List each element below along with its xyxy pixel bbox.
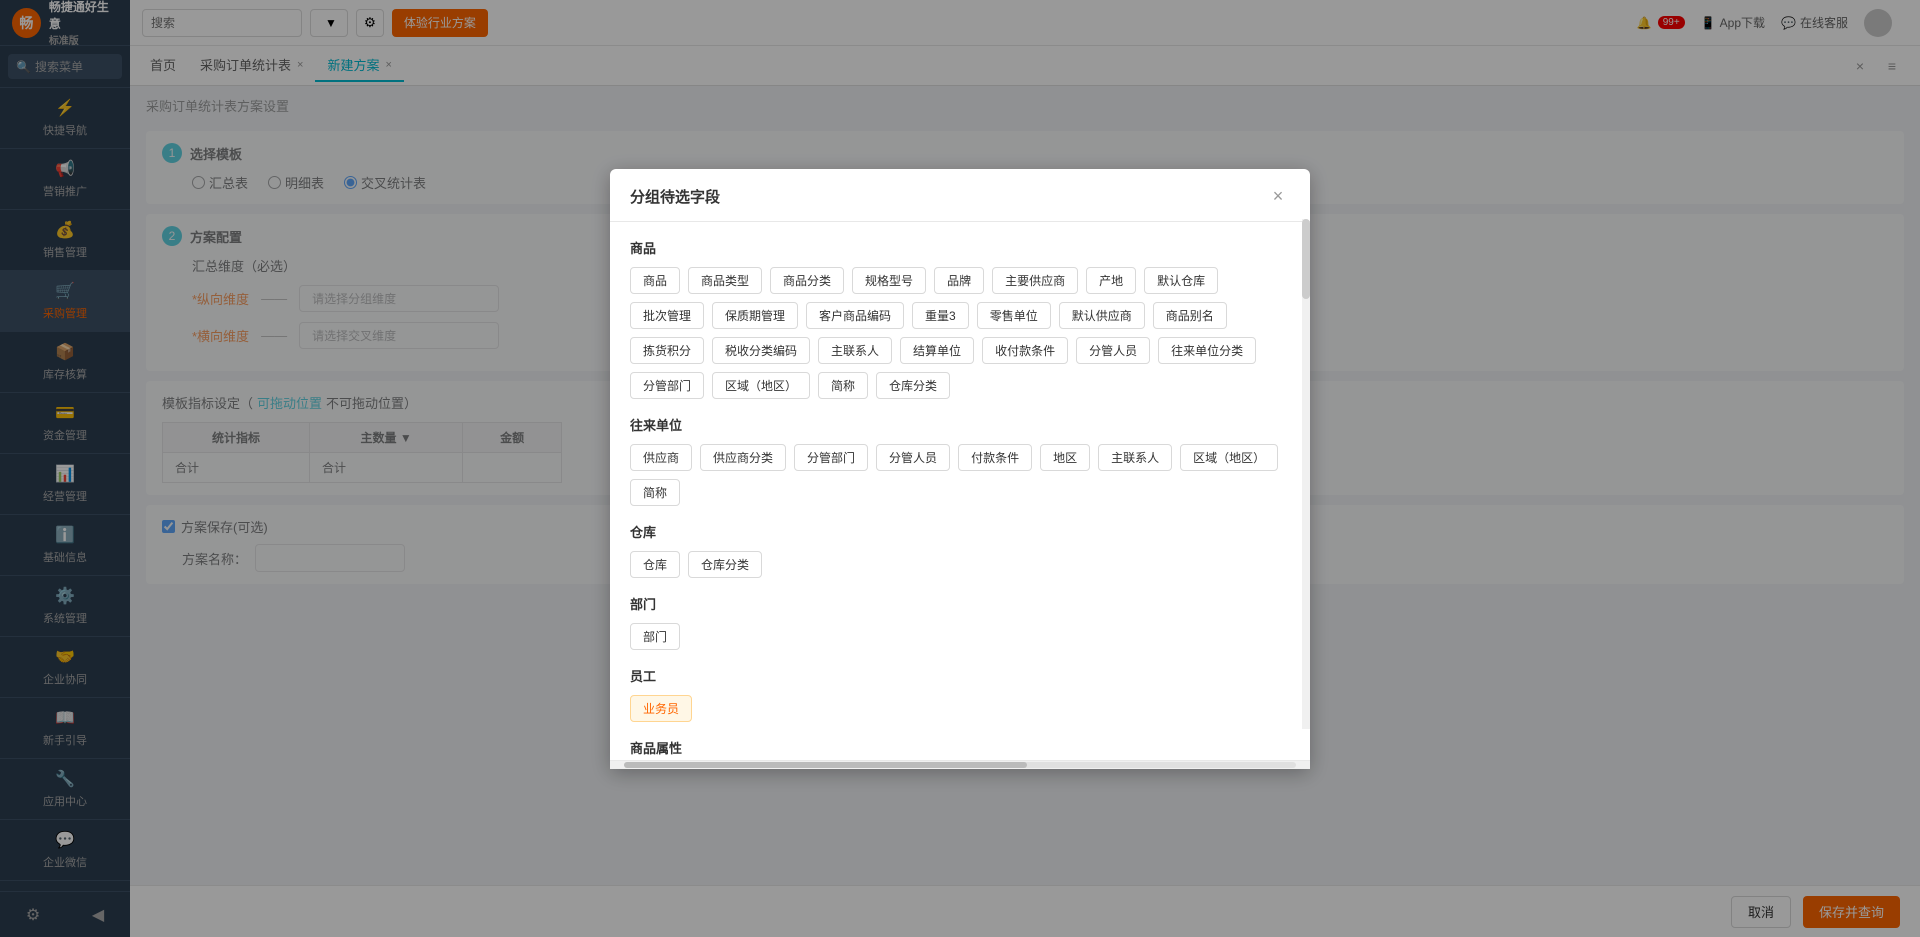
section-employee: 员工 业务员 xyxy=(630,666,1290,722)
field-tag-batch-mgmt[interactable]: 批次管理 xyxy=(630,302,704,329)
field-tag-payment-cond[interactable]: 付款条件 xyxy=(958,444,1032,471)
section-warehouse-title: 仓库 xyxy=(630,522,1290,541)
dialog-vertical-scrollbar[interactable] xyxy=(1302,219,1310,729)
section-goods-attr: 商品属性 属性 颜色 多规格 尺码 鞋码 1 xyxy=(630,738,1290,760)
field-tag-partner-category[interactable]: 往来单位分类 xyxy=(1158,337,1256,364)
field-tag-retail-unit[interactable]: 零售单位 xyxy=(977,302,1051,329)
field-tag-supervisor-dept[interactable]: 分管部门 xyxy=(630,372,704,399)
field-tag-main-contact[interactable]: 主联系人 xyxy=(818,337,892,364)
field-tag-goods-type[interactable]: 商品类型 xyxy=(688,267,762,294)
scroll-track xyxy=(624,762,1296,768)
section-employee-fields: 业务员 xyxy=(630,695,1290,722)
section-partner-title: 往来单位 xyxy=(630,415,1290,434)
field-tag-brand[interactable]: 品牌 xyxy=(934,267,984,294)
field-tag-warehouse[interactable]: 仓库 xyxy=(630,551,680,578)
field-tag-supplier-category[interactable]: 供应商分类 xyxy=(700,444,786,471)
field-tag-origin[interactable]: 产地 xyxy=(1086,267,1136,294)
section-employee-title: 员工 xyxy=(630,666,1290,685)
section-warehouse: 仓库 仓库 仓库分类 xyxy=(630,522,1290,578)
field-tag-warehouse-category[interactable]: 仓库分类 xyxy=(876,372,950,399)
section-goods-attr-title: 商品属性 xyxy=(630,738,1290,757)
section-dept: 部门 部门 xyxy=(630,594,1290,650)
field-tag-supplier[interactable]: 供应商 xyxy=(630,444,692,471)
field-tag-tax-code[interactable]: 税收分类编码 xyxy=(712,337,810,364)
dialog-close-button[interactable]: × xyxy=(1266,185,1290,209)
section-warehouse-fields: 仓库 仓库分类 xyxy=(630,551,1290,578)
field-tag-partner-region[interactable]: 区域（地区） xyxy=(1180,444,1278,471)
field-tag-partner-contact[interactable]: 主联系人 xyxy=(1098,444,1172,471)
section-partner-fields: 供应商 供应商分类 分管部门 分管人员 付款条件 地区 主联系人 区域（地区） … xyxy=(630,444,1290,506)
field-tag-short-name[interactable]: 简称 xyxy=(818,372,868,399)
scroll-thumb xyxy=(624,762,1027,768)
field-tag-payment-terms[interactable]: 收付款条件 xyxy=(982,337,1068,364)
field-tag-customer-code[interactable]: 客户商品编码 xyxy=(806,302,904,329)
field-tag-area[interactable]: 地区 xyxy=(1040,444,1090,471)
field-tag-partner-dept[interactable]: 分管部门 xyxy=(794,444,868,471)
field-tag-main-supplier[interactable]: 主要供应商 xyxy=(992,267,1078,294)
dialog-header: 分组待选字段 × xyxy=(610,169,1310,222)
dialog-horizontal-scrollbar[interactable] xyxy=(610,760,1310,769)
section-goods-fields: 商品 商品类型 商品分类 规格型号 品牌 主要供应商 产地 默认仓库 批次管理 … xyxy=(630,267,1290,399)
field-selection-dialog: 分组待选字段 × 商品 商品 商品类型 商品分类 规格型号 品牌 主要供应商 产… xyxy=(610,169,1310,769)
field-tag-default-supplier[interactable]: 默认供应商 xyxy=(1059,302,1145,329)
field-tag-goods-alias[interactable]: 商品别名 xyxy=(1153,302,1227,329)
field-tag-spec-model[interactable]: 规格型号 xyxy=(852,267,926,294)
dialog-overlay: 分组待选字段 × 商品 商品 商品类型 商品分类 规格型号 品牌 主要供应商 产… xyxy=(0,0,1920,937)
section-goods-title: 商品 xyxy=(630,238,1290,257)
field-tag-settlement-unit[interactable]: 结算单位 xyxy=(900,337,974,364)
dialog-body: 商品 商品 商品类型 商品分类 规格型号 品牌 主要供应商 产地 默认仓库 批次… xyxy=(610,222,1310,760)
field-tag-goods[interactable]: 商品 xyxy=(630,267,680,294)
dialog-title: 分组待选字段 xyxy=(630,186,720,207)
field-tag-weight3[interactable]: 重量3 xyxy=(912,302,969,329)
field-tag-dept[interactable]: 部门 xyxy=(630,623,680,650)
section-partner: 往来单位 供应商 供应商分类 分管部门 分管人员 付款条件 地区 主联系人 区域… xyxy=(630,415,1290,506)
section-dept-fields: 部门 xyxy=(630,623,1290,650)
field-tag-goods-category[interactable]: 商品分类 xyxy=(770,267,844,294)
field-tag-partner-short[interactable]: 简称 xyxy=(630,479,680,506)
field-tag-warehouse-cat[interactable]: 仓库分类 xyxy=(688,551,762,578)
field-tag-pick-points[interactable]: 拣货积分 xyxy=(630,337,704,364)
vertical-scroll-thumb xyxy=(1302,219,1310,299)
section-goods: 商品 商品 商品类型 商品分类 规格型号 品牌 主要供应商 产地 默认仓库 批次… xyxy=(630,238,1290,399)
field-tag-supervisor[interactable]: 分管人员 xyxy=(1076,337,1150,364)
field-tag-region[interactable]: 区域（地区） xyxy=(712,372,810,399)
field-tag-salesperson[interactable]: 业务员 xyxy=(630,695,692,722)
section-dept-title: 部门 xyxy=(630,594,1290,613)
field-tag-default-warehouse[interactable]: 默认仓库 xyxy=(1144,267,1218,294)
field-tag-shelf-life[interactable]: 保质期管理 xyxy=(712,302,798,329)
field-tag-partner-supervisor[interactable]: 分管人员 xyxy=(876,444,950,471)
